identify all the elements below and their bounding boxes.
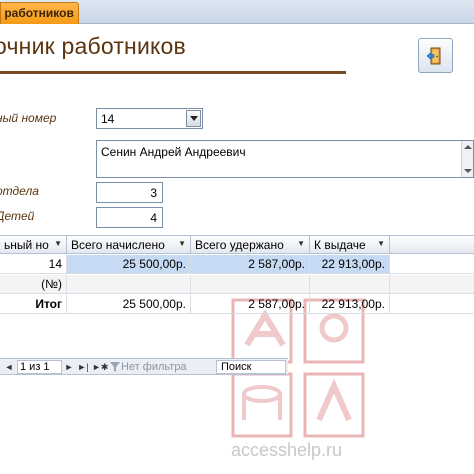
cell-tab-number[interactable]: 14 — [0, 255, 67, 273]
cell-accrued[interactable]: 25 500,00р. — [67, 255, 191, 273]
column-header-label: ьный но — [4, 238, 49, 252]
exit-button[interactable] — [418, 38, 453, 73]
combo-dropdown-button[interactable] — [186, 110, 201, 127]
memo-scrollbar[interactable] — [461, 141, 473, 177]
search-input[interactable]: Поиск — [216, 360, 286, 374]
cell-accrued[interactable] — [67, 275, 191, 293]
total-accrued: 25 500,00р. — [67, 295, 191, 313]
table-row[interactable]: 14 25 500,00р. 2 587,00р. 22 913,00р. — [0, 255, 474, 274]
access-form-window: { "tab": { "label": "к работников" }, "f… — [0, 0, 474, 474]
record-position-input[interactable]: 1 из 1 — [17, 360, 62, 374]
scroll-up-arrow-icon — [464, 145, 472, 149]
column-header-label: Всего начислено — [71, 238, 165, 252]
title-underline — [0, 71, 346, 74]
record-navigation-bar: ◄ 1 из 1 ► ►| ►✱ Нет фильтра Поиск — [0, 358, 288, 375]
totals-label: Итог — [0, 295, 67, 313]
department-label: отдела — [0, 184, 39, 198]
sort-arrow-icon[interactable]: ▼ — [178, 239, 186, 248]
cell-tab-number[interactable]: (№) — [0, 275, 67, 293]
scroll-down-arrow-icon — [464, 169, 472, 173]
column-header-withheld[interactable]: Всего удержано ▼ — [191, 236, 310, 254]
next-record-icon[interactable]: ► — [64, 361, 74, 373]
datasheet-header: ьный но ▼ Всего начислено ▼ Всего удержа… — [0, 235, 474, 254]
tab-number-combobox[interactable]: 14 — [96, 108, 203, 129]
column-header-accrued[interactable]: Всего начислено ▼ — [67, 236, 191, 254]
column-header-label: К выдаче — [314, 238, 366, 252]
new-record-icon[interactable]: ►✱ — [92, 361, 108, 373]
cell-withheld[interactable] — [191, 275, 310, 293]
form-tab-label: к работников — [0, 6, 74, 20]
document-tab-strip: к работников — [0, 0, 474, 24]
exit-door-icon — [426, 47, 440, 64]
column-header-tab-number[interactable]: ьный но ▼ — [0, 236, 67, 254]
cell-withheld[interactable]: 2 587,00р. — [191, 255, 310, 273]
children-label: Детей — [0, 209, 35, 223]
column-header-label: Всего удержано — [195, 238, 284, 252]
children-field[interactable]: 4 — [96, 207, 163, 228]
previous-record-icon[interactable]: ◄ — [4, 361, 14, 373]
department-field[interactable]: 3 — [96, 182, 163, 203]
sort-arrow-icon[interactable]: ▼ — [297, 239, 305, 248]
totals-row: Итог 25 500,00р. 2 587,00р. 22 913,00р. — [0, 295, 474, 314]
sort-arrow-icon[interactable]: ▼ — [54, 239, 62, 248]
sort-arrow-icon[interactable]: ▼ — [377, 239, 385, 248]
watermark-text: accesshelp.ru — [231, 440, 343, 460]
cell-payout[interactable] — [310, 275, 390, 293]
chevron-down-icon — [189, 115, 198, 121]
tab-number-value: 14 — [101, 112, 115, 126]
form-title: очник работников — [0, 33, 186, 59]
tab-number-label: ный номер — [0, 111, 57, 125]
column-header-payout[interactable]: К выдаче ▼ — [310, 236, 390, 254]
full-name-field[interactable]: Сенин Андрей Андреевич — [96, 140, 474, 178]
total-payout: 22 913,00р. — [310, 295, 390, 313]
no-filter-button[interactable]: Нет фильтра — [119, 360, 187, 374]
total-withheld: 2 587,00р. — [191, 295, 310, 313]
form-tab[interactable]: к работников — [0, 2, 79, 24]
full-name-value: Сенин Андрей Андреевич — [101, 145, 246, 159]
last-record-icon[interactable]: ►| — [76, 361, 90, 373]
new-record-row[interactable]: (№) — [0, 275, 474, 294]
cell-payout[interactable]: 22 913,00р. — [310, 255, 390, 273]
